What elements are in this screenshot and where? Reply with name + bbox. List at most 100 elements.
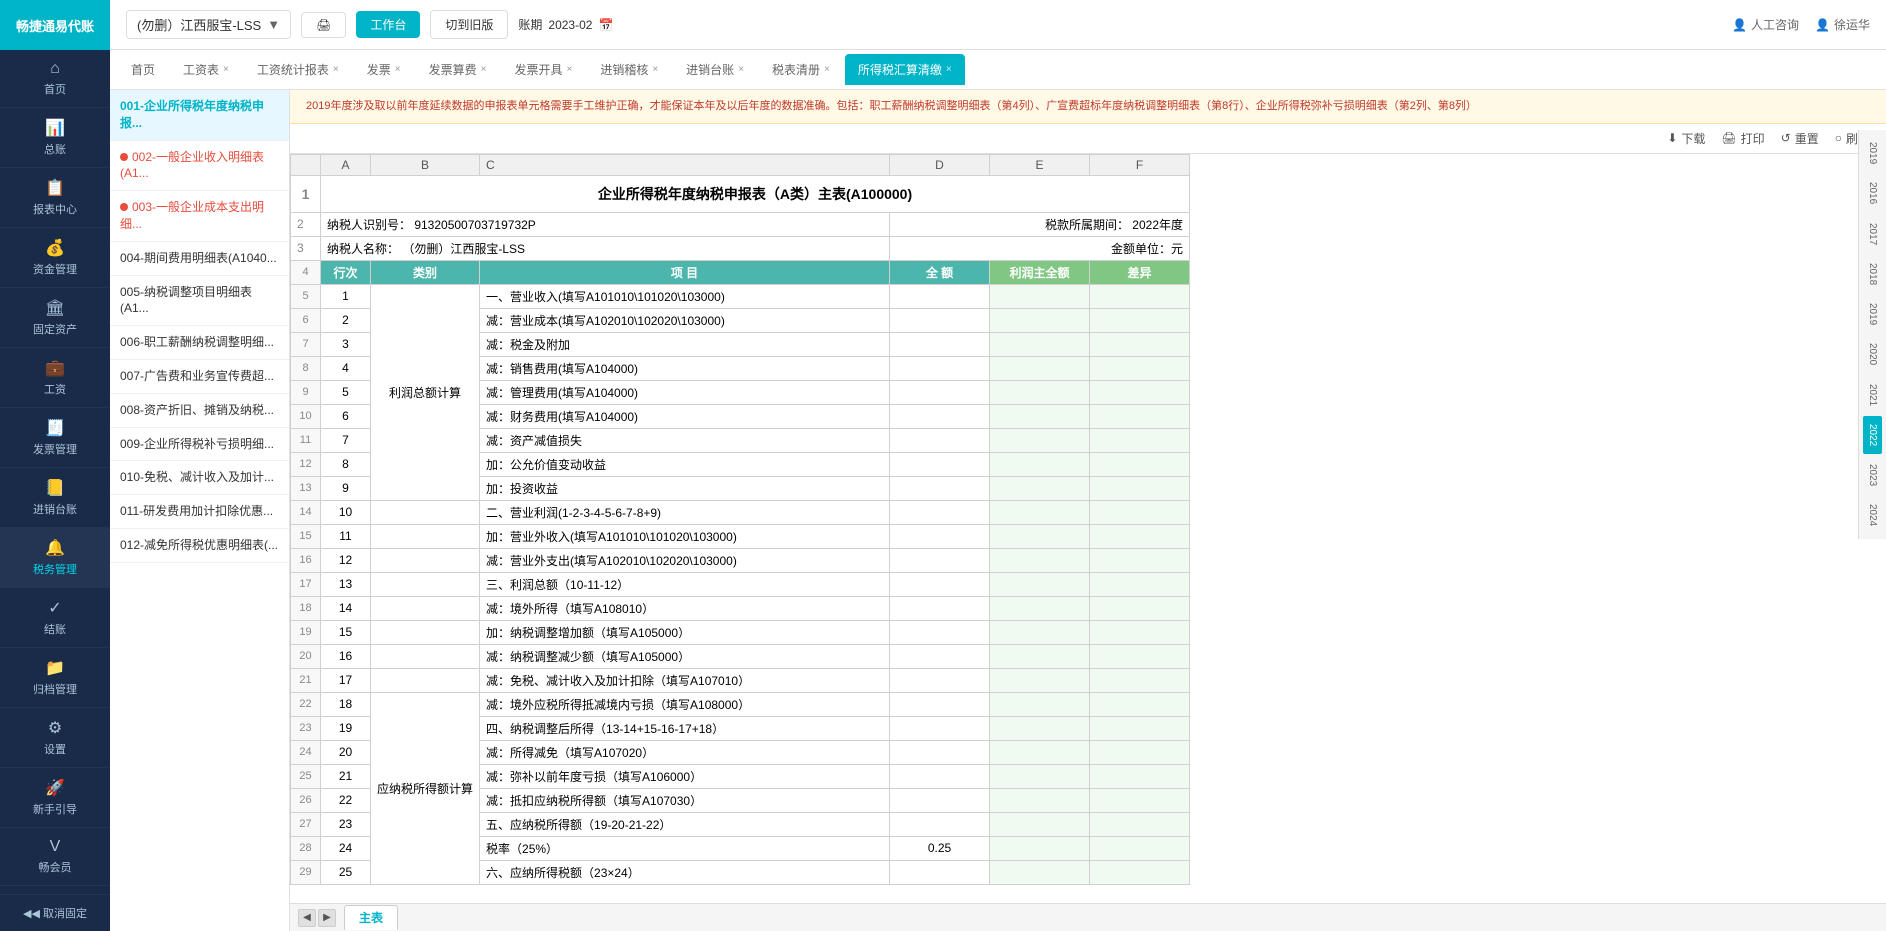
sidebar-item-fixed-assets[interactable]: 🏛 固定资产 [0,288,110,348]
service-icon: 👤 [1732,18,1747,32]
sidebar-item-fund-mgmt[interactable]: 💰 资金管理 [0,228,110,288]
sidebar: 畅捷通易代账 ⌂ 首页 📊 总账 📋 报表中心 💰 资金管理 🏛 固定资产 💼 … [0,0,110,931]
sheet-prev-button[interactable]: ◀ [298,909,316,927]
rownum-3: 3 [291,236,321,260]
table-row: 20 16 减：纳税调整减少额（填写A105000） [291,644,1190,668]
reset-icon: ↺ [1781,131,1791,145]
tab-income-tax-label: 所得税汇算清缴 [858,61,942,78]
member-icon: V [50,838,61,856]
sidebar-item-general-ledger[interactable]: 📊 总账 [0,108,110,168]
tab-tax-table[interactable]: 税表清册 × [759,54,843,85]
print-doc-button[interactable]: 🖨 [301,12,346,38]
year-2024-item[interactable]: 2024 [1863,496,1882,534]
print-button[interactable]: 🖨 打印 [1721,130,1764,147]
tab-tax-table-label: 税表清册 [772,61,820,78]
year-2018-item[interactable]: 2018 [1863,255,1882,293]
assets-icon: 🏛 [45,298,65,318]
form-item-001[interactable]: 001-企业所得税年度纳税申报... [110,90,289,141]
topbar-right: 👤 人工咨询 👤 徐运华 [1732,16,1870,33]
year-2016-item[interactable]: 2016 [1863,174,1882,212]
main-area: (勿删）江西服宝-LSS ▼ 🖨 工作台 切到旧版 账期 2023-02 📅 👤… [110,0,1886,931]
settings-icon: ⚙ [48,718,62,738]
year-2017-item[interactable]: 2017 [1863,215,1882,253]
col-header-xiangmu: 项 目 [480,260,890,284]
sidebar-item-sales-ledger[interactable]: 📒 进销台账 [0,468,110,528]
form-item-007[interactable]: 007-广告费和业务宣传费超... [110,360,289,394]
year-2019-item[interactable]: 2019 [1863,154,1882,173]
tab-sales-audit[interactable]: 进销稽核 × [587,54,671,85]
sidebar-item-report-center[interactable]: 📋 报表中心 [0,168,110,228]
sidebar-item-member[interactable]: V 畅会员 [0,828,110,886]
warning-bar: 2019年度涉及取以前年度延续数据的申报表单元格需要手工维护正确，才能保证本年及… [290,90,1886,124]
tab-payroll-label: 工资表 [183,61,219,78]
tab-payroll[interactable]: 工资表 × [170,54,242,85]
table-row-info1: 2 纳税人识别号： 91320500703719732P 税款所属期间： 202… [291,212,1190,236]
form-item-004[interactable]: 004-期间费用明细表(A1040... [110,242,289,276]
form-item-012[interactable]: 012-减免所得税优惠明细表(... [110,529,289,563]
tab-invoice-calc-close[interactable]: × [481,64,487,75]
col-header-leibie: 类别 [371,260,480,284]
table-row: 21 17 减：免税、减计收入及加计扣除（填写A107010） [291,668,1190,692]
year-2019b-item[interactable]: 2019 [1863,295,1882,333]
sidebar-item-settings[interactable]: ⚙ 设置 [0,708,110,768]
user-service[interactable]: 👤 人工咨询 [1732,16,1799,33]
table-row: 15 11 加：营业外收入(填写A101010\101020\103000) [291,524,1190,548]
sidebar-item-payroll[interactable]: 💼 工资 [0,348,110,408]
tab-invoice-close[interactable]: × [395,64,401,75]
form-item-003[interactable]: 003-一般企业成本支出明细... [110,191,289,242]
year-2021-item[interactable]: 2021 [1863,376,1882,414]
tab-sales-ledger-close[interactable]: × [738,64,744,75]
sidebar-item-tax-mgmt[interactable]: 🔔 税务管理 [0,528,110,588]
sheet-tabs: ◀ ▶ 主表 [290,903,1886,931]
spreadsheet-table: A B C D E F 1 企业所得税年度纳税申报表（A类）主表(A100000… [290,154,1190,885]
tab-invoice-open-close[interactable]: × [566,64,572,75]
year-2023-item[interactable]: 2023 [1863,456,1882,494]
tab-invoice[interactable]: 发票 × [354,54,414,85]
sidebar-item-settlement[interactable]: ✓ 结账 [0,588,110,648]
table-row-title: 1 企业所得税年度纳税申报表（A类）主表(A100000) [291,175,1190,212]
tab-invoice-open[interactable]: 发票开具 × [501,54,585,85]
table-row: 19 15 加：纳税调整增加额（填写A105000） [291,620,1190,644]
form-item-011[interactable]: 011-研发费用加计扣除优惠... [110,495,289,529]
user-info[interactable]: 👤 徐运华 [1815,16,1870,33]
tab-tax-table-close[interactable]: × [824,64,830,75]
toggle-version-button[interactable]: 切到旧版 [430,10,508,39]
tab-income-tax[interactable]: 所得税汇算清缴 × [845,54,965,85]
tab-sales-ledger[interactable]: 进销台账 × [673,54,757,85]
tab-home[interactable]: 首页 [118,54,168,85]
company-selector[interactable]: (勿删）江西服宝-LSS ▼ [126,10,291,39]
form-item-009[interactable]: 009-企业所得税补亏损明细... [110,428,289,462]
form-item-006[interactable]: 006-职工薪酬纳税调整明细... [110,326,289,360]
sheet-next-button[interactable]: ▶ [318,909,336,927]
period-label: 账期 [518,16,542,33]
sheet-tab-main[interactable]: 主表 [344,905,398,930]
sidebar-item-invoice-mgmt[interactable]: 🧾 发票管理 [0,408,110,468]
pin-icon: ◀◀ [23,907,40,920]
tab-payroll-close[interactable]: × [223,64,229,75]
form-item-005[interactable]: 005-纳税调整项目明细表(A1... [110,276,289,327]
content-area: 001-企业所得税年度纳税申报... 002-一般企业收入明细表(A1... 0… [110,90,1886,931]
download-button[interactable]: ⬇ 下载 [1667,130,1705,147]
table-row-col-headers: 4 行次 类别 项 目 全 额 利润主全额 差异 [291,260,1190,284]
tab-sales-audit-close[interactable]: × [652,64,658,75]
form-item-010[interactable]: 010-免税、减计收入及加计... [110,461,289,495]
year-2022-item[interactable]: 2022 [1863,416,1882,454]
tab-payroll-stats-close[interactable]: × [333,64,339,75]
warning-text: 2019年度涉及取以前年度延续数据的申报表单元格需要手工维护正确，才能保证本年及… [306,100,1477,112]
form-item-002[interactable]: 002-一般企业收入明细表(A1... [110,141,289,192]
workspace-button[interactable]: 工作台 [356,11,420,38]
sidebar-item-archive-mgmt[interactable]: 📁 归档管理 [0,648,110,708]
sheet-container[interactable]: A B C D E F 1 企业所得税年度纳税申报表（A类）主表(A100000… [290,154,1886,904]
year-2020-item[interactable]: 2020 [1863,335,1882,373]
sidebar-item-home[interactable]: ⌂ 首页 [0,50,110,108]
sales-icon: 📒 [45,478,65,498]
tax-period: 税款所属期间： 2022年度 [890,212,1190,236]
reset-button[interactable]: ↺ 重置 [1781,130,1819,147]
col-letter-d: D [890,154,990,175]
unpin-button[interactable]: ◀◀ 取消固定 [0,894,110,931]
tab-payroll-stats[interactable]: 工资统计报表 × [244,54,352,85]
sidebar-item-guide[interactable]: 🚀 新手引导 [0,768,110,828]
tab-income-tax-close[interactable]: × [946,64,952,75]
tab-invoice-calc[interactable]: 发票算费 × [416,54,500,85]
form-item-008[interactable]: 008-资产折旧、摊销及纳税... [110,394,289,428]
